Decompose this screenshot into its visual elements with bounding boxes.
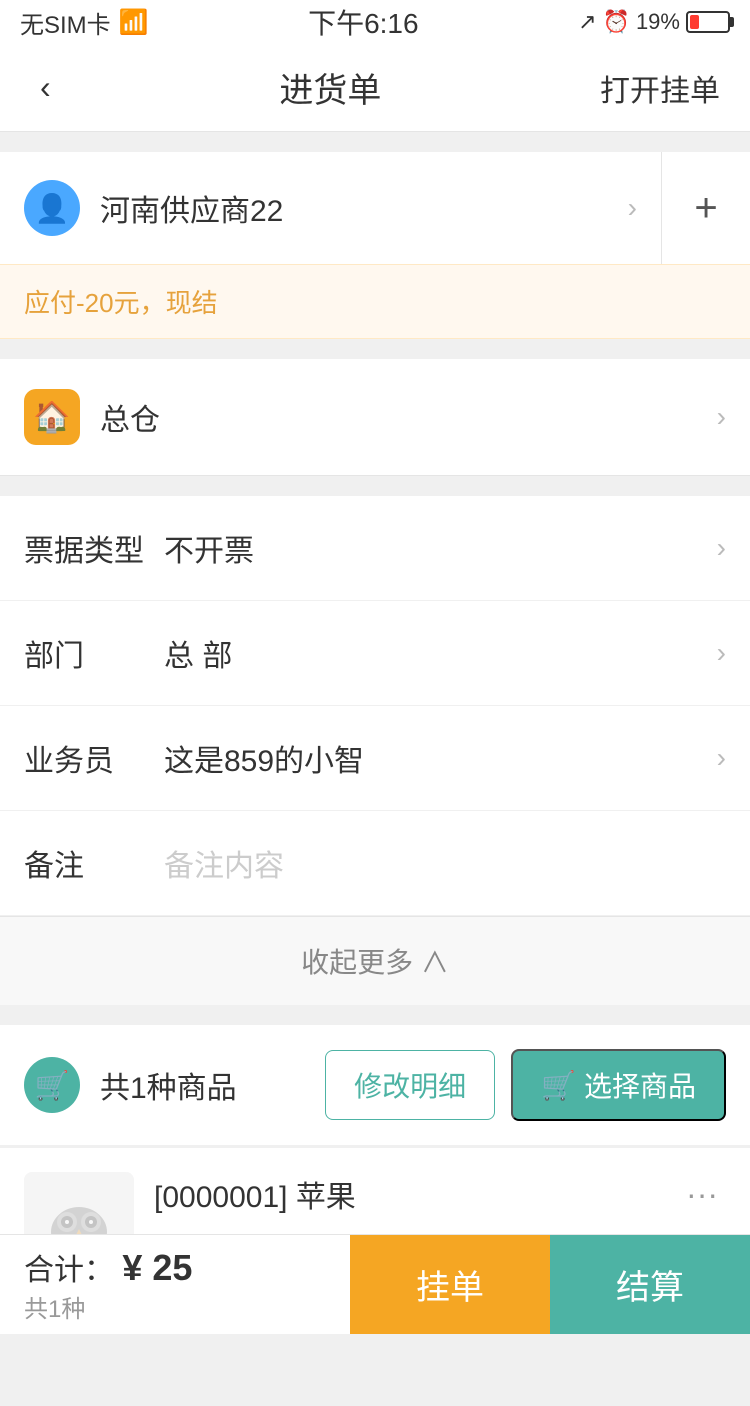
bottom-bar: 合计： ¥ 25 共1种 挂单 结算 (0, 1234, 750, 1334)
page-title: 进货单 (279, 63, 381, 112)
add-supplier-button[interactable]: + (662, 152, 750, 264)
collapse-label: 收起更多 ∧ (301, 941, 449, 981)
remark-input[interactable]: 备注内容 (164, 841, 726, 885)
invoice-type-value: 不开票 (164, 526, 707, 570)
salesperson-value: 这是859的小智 (164, 736, 707, 780)
form-section: 票据类型 不开票 › 部门 总 部 › 业务员 这是859的小智 › 备注 备注… (0, 496, 750, 916)
alarm-icon: ⏰ (603, 9, 630, 35)
chevron-right-icon-3: › (717, 532, 726, 564)
chevron-right-icon: › (628, 192, 637, 224)
salesperson-row[interactable]: 业务员 这是859的小智 › (0, 706, 750, 811)
open-pending-button[interactable]: 打开挂单 (600, 66, 720, 110)
hang-order-button[interactable]: 挂单 (350, 1235, 550, 1334)
product-header: 🛒 共1种商品 修改明细 🛒 选择商品 (0, 1025, 750, 1145)
status-time: 下午6:16 (308, 2, 419, 42)
supplier-section: 👤 河南供应商22 › + (0, 152, 750, 264)
edit-details-button[interactable]: 修改明细 (325, 1050, 495, 1120)
status-bar: 无SIM卡 📶 下午6:16 ↗ ⏰ 19% (0, 0, 750, 44)
remark-label: 备注 (24, 841, 164, 885)
checkout-button[interactable]: 结算 (550, 1235, 750, 1334)
battery-icon (686, 11, 730, 33)
product-more-button[interactable]: ··· (678, 1172, 726, 1217)
supplier-name: 河南供应商22 (100, 186, 628, 230)
location-icon: ↗ (578, 9, 596, 35)
cart-icon: 🛒 (541, 1069, 576, 1102)
total-section: 合计： ¥ 25 共1种 (0, 1235, 350, 1334)
back-button[interactable]: ‹ (30, 59, 61, 116)
salesperson-label: 业务员 (24, 736, 164, 780)
wifi-icon: 📶 (119, 8, 149, 37)
invoice-type-label: 票据类型 (24, 526, 164, 570)
divider-1 (0, 132, 750, 152)
warehouse-name: 总仓 (100, 395, 717, 439)
total-amount-row: 合计： ¥ 25 (24, 1245, 326, 1289)
remark-row[interactable]: 备注 备注内容 (0, 811, 750, 916)
divider-2 (0, 339, 750, 359)
department-row[interactable]: 部门 总 部 › (0, 601, 750, 706)
battery-percent: 19% (636, 9, 680, 35)
battery-fill (690, 15, 699, 29)
status-carrier: 无SIM卡 📶 (20, 5, 149, 40)
product-name: [0000001] 苹果 (154, 1172, 678, 1216)
divider-3 (0, 476, 750, 496)
product-header-icon: 🛒 (24, 1057, 80, 1113)
chevron-right-icon-2: › (717, 401, 726, 433)
nav-bar: ‹ 进货单 打开挂单 (0, 44, 750, 132)
select-product-button[interactable]: 🛒 选择商品 (511, 1049, 726, 1121)
chevron-right-icon-4: › (717, 637, 726, 669)
department-label: 部门 (24, 631, 164, 675)
total-amount: ¥ 25 (122, 1247, 192, 1288)
total-count: 共1种 (24, 1289, 326, 1324)
warehouse-selector[interactable]: 🏠 总仓 › (0, 359, 750, 476)
product-count: 共1种商品 (100, 1063, 325, 1107)
supplier-selector[interactable]: 👤 河南供应商22 › (0, 152, 662, 264)
chevron-right-icon-5: › (717, 742, 726, 774)
invoice-type-row[interactable]: 票据类型 不开票 › (0, 496, 750, 601)
supplier-avatar: 👤 (24, 180, 80, 236)
status-right: ↗ ⏰ 19% (578, 9, 730, 35)
department-value: 总 部 (164, 631, 707, 675)
collapse-button[interactable]: 收起更多 ∧ (0, 916, 750, 1005)
warehouse-icon: 🏠 (24, 389, 80, 445)
warning-banner: 应付-20元，现结 (0, 264, 750, 339)
